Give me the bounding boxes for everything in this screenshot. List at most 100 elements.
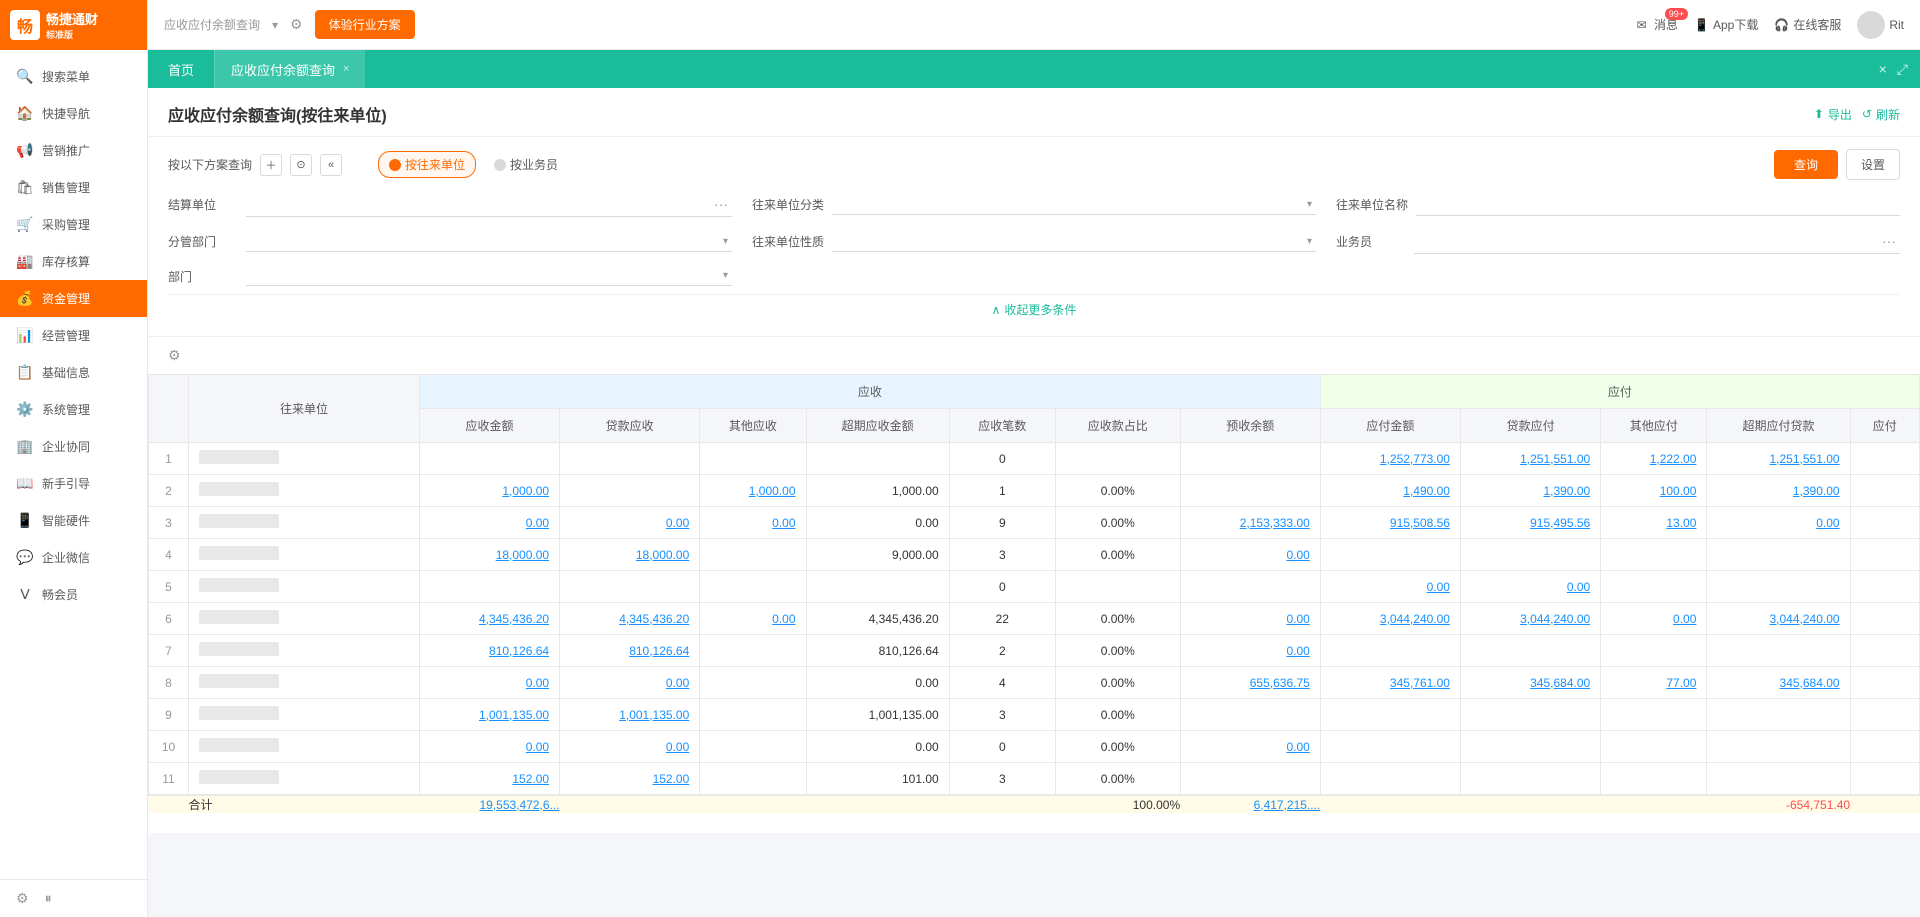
sidebar-item-hardware[interactable]: 📱 智能硬件 [0, 502, 147, 539]
cell-loan-ap[interactable]: 0.00 [1460, 571, 1600, 603]
cell-loan-ar[interactable] [560, 475, 700, 507]
sidebar-item-shortcut[interactable]: 🏠 快捷导航 [0, 95, 147, 132]
settlement-input[interactable]: ··· [246, 192, 732, 217]
settings-gear-icon[interactable]: ⚙ [290, 16, 303, 33]
cell-loan-ar[interactable]: 152.00 [560, 763, 700, 796]
user-menu[interactable]: Rit [1857, 11, 1904, 39]
cell-overdue-ap[interactable]: 0.00 [1707, 507, 1850, 539]
online-service-button[interactable]: 🎧 在线客服 [1774, 16, 1841, 33]
cell-overdue-ap[interactable]: 1,251,551.00 [1707, 443, 1850, 475]
footer-prepay[interactable]: 6,417,215.... [1180, 795, 1320, 813]
cell-loan-ar[interactable]: 4,345,436.20 [560, 603, 700, 635]
cell-ap-amount[interactable]: 1,252,773.00 [1320, 443, 1460, 475]
settlement-dots-icon[interactable]: ··· [714, 196, 728, 212]
close-window-icon[interactable]: × [1879, 61, 1887, 77]
sidebar-item-basic[interactable]: 📋 基础信息 [0, 354, 147, 391]
salesman-input[interactable]: ··· [1414, 229, 1900, 254]
cell-loan-ap[interactable] [1460, 539, 1600, 571]
cell-other-ar[interactable]: 0.00 [700, 507, 806, 539]
cell-loan-ap[interactable] [1460, 699, 1600, 731]
cell-loan-ar[interactable] [560, 571, 700, 603]
setting-button[interactable]: 设置 [1846, 149, 1900, 180]
export-button[interactable]: ⬆ 导出 [1814, 106, 1852, 123]
cell-prepay[interactable]: 2,153,333.00 [1180, 507, 1320, 539]
cell-overdue-ap[interactable] [1707, 699, 1850, 731]
cell-other-ap[interactable] [1601, 763, 1707, 796]
cell-other-ar[interactable]: 0.00 [700, 603, 806, 635]
cell-ap-amount[interactable] [1320, 635, 1460, 667]
cell-overdue-ap[interactable] [1707, 731, 1850, 763]
filter-add-btn[interactable]: ＋ [260, 154, 282, 176]
unit-category-select[interactable]: ▾ [832, 195, 1316, 215]
tab-close-icon[interactable]: × [343, 63, 349, 75]
cell-prepay[interactable]: 0.00 [1180, 603, 1320, 635]
sidebar-item-purchase[interactable]: 🛒 采购管理 [0, 206, 147, 243]
cell-loan-ar[interactable]: 18,000.00 [560, 539, 700, 571]
cell-loan-ap[interactable] [1460, 635, 1600, 667]
cell-loan-ap[interactable]: 345,684.00 [1460, 667, 1600, 699]
cell-other-ar[interactable] [700, 443, 806, 475]
cell-ar-amount[interactable]: 4,345,436.20 [419, 603, 559, 635]
cell-prepay[interactable]: 0.00 [1180, 539, 1320, 571]
cell-other-ap[interactable]: 77.00 [1601, 667, 1707, 699]
cell-ap-amount[interactable]: 0.00 [1320, 571, 1460, 603]
cell-loan-ar[interactable]: 1,001,135.00 [560, 699, 700, 731]
cell-ap-amount[interactable] [1320, 699, 1460, 731]
cell-overdue-ap[interactable]: 345,684.00 [1707, 667, 1850, 699]
sidebar-item-collab[interactable]: 🏢 企业协同 [0, 428, 147, 465]
cell-other-ap[interactable]: 1,222.00 [1601, 443, 1707, 475]
cell-loan-ap[interactable]: 915,495.56 [1460, 507, 1600, 539]
table-settings-icon[interactable]: ⚙ [168, 347, 181, 364]
cell-ar-amount[interactable] [419, 571, 559, 603]
cell-loan-ar[interactable]: 0.00 [560, 667, 700, 699]
cell-overdue-ap[interactable] [1707, 763, 1850, 796]
cell-ar-amount[interactable]: 18,000.00 [419, 539, 559, 571]
refresh-button[interactable]: ↺ 刷新 [1862, 106, 1900, 123]
unit-nature-select[interactable]: ▾ [832, 232, 1316, 252]
cell-loan-ap[interactable] [1460, 763, 1600, 796]
cell-ar-amount[interactable]: 1,001,135.00 [419, 699, 559, 731]
filter-view-by-unit[interactable]: 按往来单位 [378, 151, 476, 178]
sidebar-settings-icon[interactable]: ⚙ [16, 890, 29, 907]
cell-loan-ap[interactable]: 3,044,240.00 [1460, 603, 1600, 635]
salesman-dots-icon[interactable]: ··· [1882, 233, 1896, 249]
cell-other-ar[interactable]: 1,000.00 [700, 475, 806, 507]
sidebar-item-system[interactable]: ⚙️ 系统管理 [0, 391, 147, 428]
cell-prepay[interactable] [1180, 763, 1320, 796]
cell-ar-amount[interactable] [419, 443, 559, 475]
cell-other-ap[interactable] [1601, 571, 1707, 603]
footer-ar-amount[interactable]: 19,553,472,6... [419, 795, 559, 813]
cell-prepay[interactable]: 0.00 [1180, 635, 1320, 667]
cell-other-ar[interactable] [700, 699, 806, 731]
cell-ap-amount[interactable]: 345,761.00 [1320, 667, 1460, 699]
cell-overdue-ap[interactable]: 1,390.00 [1707, 475, 1850, 507]
sidebar-item-marketing[interactable]: 📢 营销推广 [0, 132, 147, 169]
cell-other-ap[interactable]: 13.00 [1601, 507, 1707, 539]
cell-prepay[interactable] [1180, 443, 1320, 475]
sidebar-item-finance[interactable]: 💰 资金管理 [0, 280, 147, 317]
maximize-icon[interactable]: ⤢ [1897, 61, 1908, 78]
subdept-select[interactable]: ▾ [246, 266, 732, 286]
cell-other-ar[interactable] [700, 635, 806, 667]
cell-overdue-ap[interactable] [1707, 539, 1850, 571]
cell-other-ar[interactable] [700, 667, 806, 699]
cell-overdue-ap[interactable]: 3,044,240.00 [1707, 603, 1850, 635]
cell-loan-ar[interactable]: 0.00 [560, 507, 700, 539]
cell-loan-ap[interactable] [1460, 731, 1600, 763]
cell-overdue-ap[interactable] [1707, 635, 1850, 667]
tab-home[interactable]: 首页 [148, 50, 215, 88]
cell-prepay[interactable]: 0.00 [1180, 731, 1320, 763]
cell-other-ap[interactable] [1601, 731, 1707, 763]
cell-ap-amount[interactable]: 3,044,240.00 [1320, 603, 1460, 635]
cell-other-ar[interactable] [700, 571, 806, 603]
cell-loan-ap[interactable]: 1,251,551.00 [1460, 443, 1600, 475]
cell-ar-amount[interactable]: 152.00 [419, 763, 559, 796]
cell-prepay[interactable] [1180, 699, 1320, 731]
cell-other-ap[interactable]: 100.00 [1601, 475, 1707, 507]
cell-prepay[interactable] [1180, 571, 1320, 603]
sidebar-item-management[interactable]: 📊 经营管理 [0, 317, 147, 354]
cell-other-ap[interactable] [1601, 699, 1707, 731]
cell-other-ap[interactable] [1601, 635, 1707, 667]
query-button[interactable]: 查询 [1774, 150, 1838, 179]
cell-ap-amount[interactable] [1320, 539, 1460, 571]
